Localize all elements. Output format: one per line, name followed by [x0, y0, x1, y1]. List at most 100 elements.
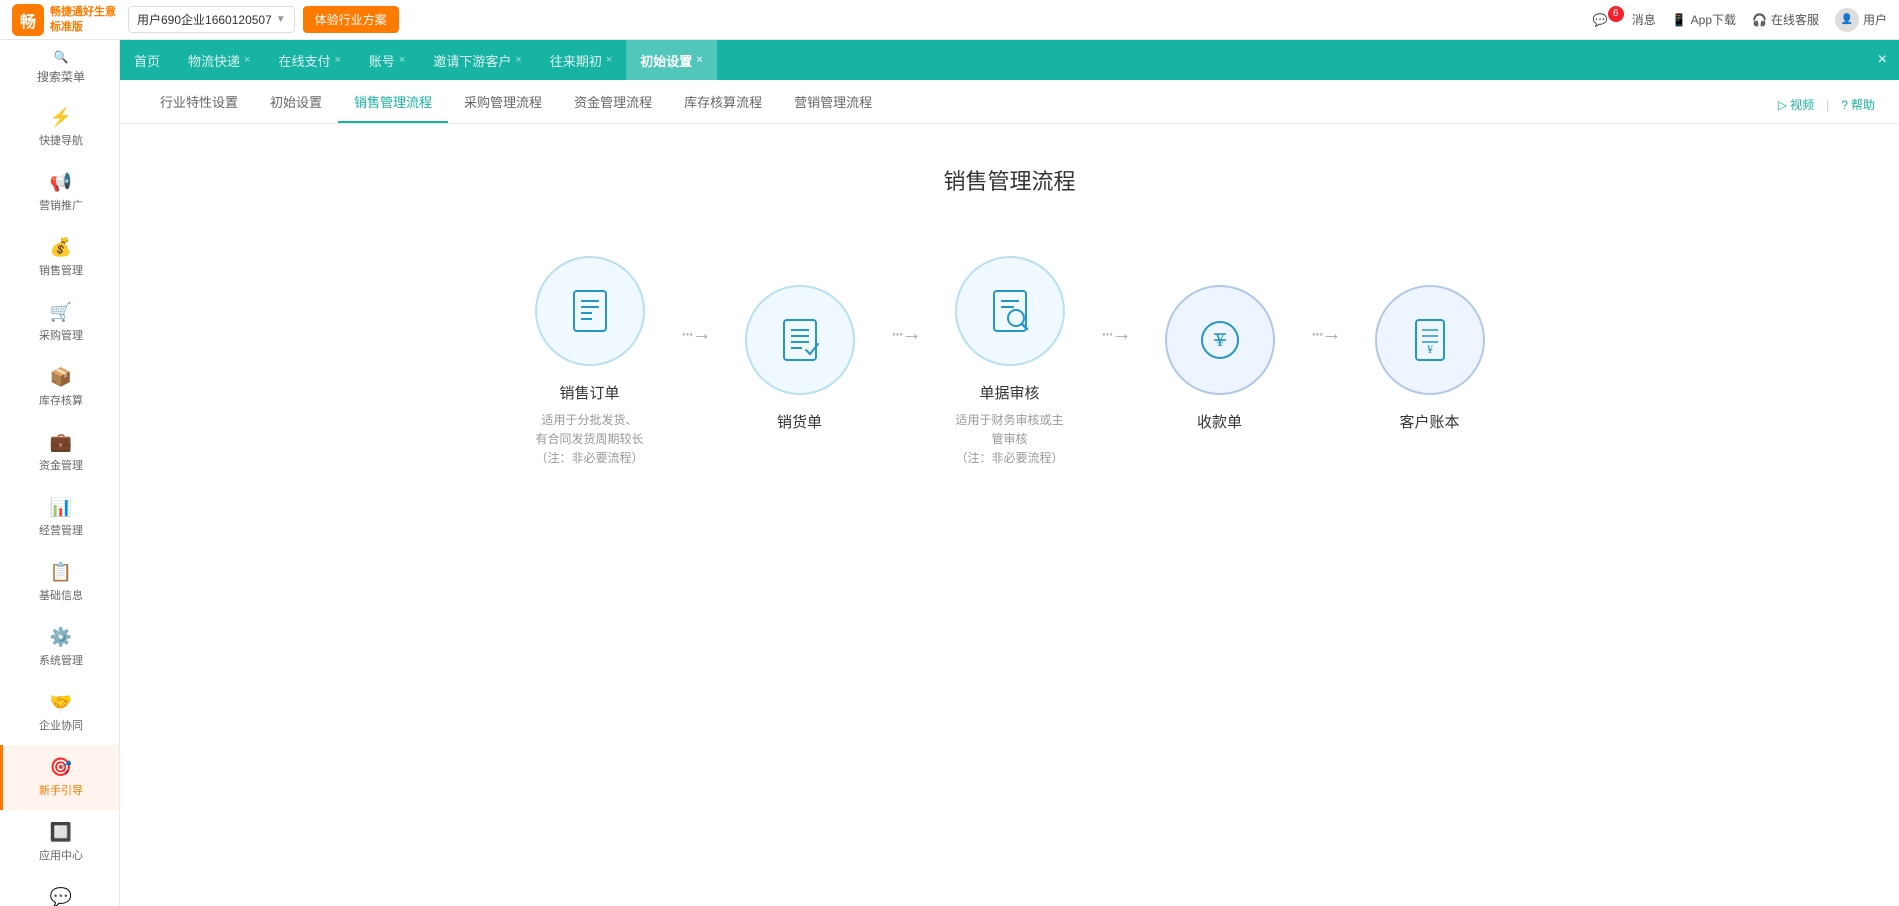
- content-area: 首页 物流快递 × 在线支付 × 账号 × 邀请下游客户 ×: [120, 40, 1899, 906]
- sidebar: 🔍 搜索菜单 ⚡ 快捷导航 📢 营销推广 💰 销售管理 🛒 采购管理 📦: [0, 40, 120, 906]
- sidebar-item-search[interactable]: 🔍 搜索菜单: [0, 40, 119, 95]
- main-area: 🔍 搜索菜单 ⚡ 快捷导航 📢 营销推广 💰 销售管理 🛒 采购管理 📦: [0, 40, 1899, 906]
- logo-text: 畅捷通好生意 标准版: [50, 5, 116, 34]
- briefcase-icon: 💼: [50, 432, 72, 453]
- sidebar-item-marketing[interactable]: 📢 营销推广: [0, 160, 119, 225]
- target-icon: 🎯: [50, 757, 72, 778]
- tab-invite[interactable]: 邀请下游客户 ×: [419, 40, 535, 80]
- subtab-industry[interactable]: 行业特性设置: [144, 80, 254, 123]
- step-circle-audit[interactable]: [955, 256, 1065, 366]
- sidebar-item-basic[interactable]: 📋 基础信息: [0, 550, 119, 615]
- phone-icon: 📱: [1672, 13, 1687, 27]
- gear-icon: ⚙️: [50, 627, 72, 648]
- svg-text:¥: ¥: [1427, 342, 1433, 356]
- close-icon[interactable]: ×: [515, 54, 521, 66]
- subtab-purchase-flow[interactable]: 采购管理流程: [448, 80, 558, 123]
- step-desc-sales-order: 适用于分批发货、有合同发货周期较长（注：非必要流程）: [535, 411, 643, 469]
- top-bar-left: 畅 畅捷通好生意 标准版 用户690企业1660120507 ▼ 体验行业方案: [12, 4, 399, 36]
- sidebar-item-wechat[interactable]: 💬 企业微信: [0, 875, 119, 906]
- tab-logistics[interactable]: 物流快递 ×: [174, 40, 264, 80]
- wechat-icon: 💬: [50, 887, 72, 906]
- step-circle-account-book[interactable]: ¥: [1375, 285, 1485, 395]
- step-name-invoice: 销货单: [777, 411, 822, 432]
- top-bar: 畅 畅捷通好生意 标准版 用户690企业1660120507 ▼ 体验行业方案 …: [0, 0, 1899, 40]
- sidebar-item-sales[interactable]: 💰 销售管理: [0, 225, 119, 290]
- flow-step-account-book: ¥ 客户账本: [1350, 285, 1510, 440]
- user-item[interactable]: 👤 用户: [1835, 8, 1887, 32]
- top-bar-right: 💬 6 消息 📱 App下载 🎧 在线客服 👤 用户: [1593, 8, 1887, 32]
- chevron-down-icon: ▼: [276, 14, 286, 25]
- tab-period[interactable]: 往来期初 ×: [536, 40, 626, 80]
- subtab-initial[interactable]: 初始设置: [254, 80, 338, 123]
- receipt-icon: ¥: [1194, 314, 1246, 366]
- step-circle-sales-order[interactable]: [535, 256, 645, 366]
- tab-initial-setup[interactable]: 初始设置 ×: [626, 40, 716, 80]
- sidebar-item-operation[interactable]: 📊 经营管理: [0, 485, 119, 550]
- logo-area: 畅 畅捷通好生意 标准版: [12, 4, 120, 36]
- subtab-sales-flow[interactable]: 销售管理流程: [338, 80, 448, 123]
- flow-step-invoice: 销货单: [720, 285, 880, 440]
- page-content: 销售管理流程: [120, 124, 1899, 906]
- money-icon: 💰: [50, 237, 72, 258]
- play-icon: ▷: [1778, 98, 1787, 112]
- megaphone-icon: 📢: [50, 172, 72, 193]
- service-item[interactable]: 🎧 在线客服: [1752, 11, 1819, 28]
- subtab-finance-flow[interactable]: 资金管理流程: [558, 80, 668, 123]
- flow-step-sales-order: 销售订单 适用于分批发货、有合同发货周期较长（注：非必要流程）: [510, 256, 670, 469]
- headset-icon: 🎧: [1752, 13, 1767, 27]
- sidebar-item-guide[interactable]: 🎯 新手引导: [0, 745, 119, 810]
- step-name-audit: 单据审核: [979, 382, 1039, 403]
- close-all-button[interactable]: ×: [1866, 51, 1899, 69]
- flow-arrow-3: ···→: [1090, 323, 1140, 346]
- avatar: 👤: [1835, 8, 1859, 32]
- close-icon[interactable]: ×: [696, 54, 702, 66]
- flow-step-receipt: ¥ 收款单: [1140, 285, 1300, 440]
- question-icon: ?: [1841, 98, 1848, 112]
- step-name-sales-order: 销售订单: [559, 382, 619, 403]
- subtab-inventory-flow[interactable]: 库存核算流程: [668, 80, 778, 123]
- subtab-marketing-flow[interactable]: 营销管理流程: [778, 80, 888, 123]
- sub-tabs-bar: 行业特性设置 初始设置 销售管理流程 采购管理流程 资金管理流程 库存核算流程: [120, 80, 1899, 124]
- logo-icon: 畅: [12, 4, 44, 36]
- step-desc-audit: 适用于财务审核或主管审核（注：非必要流程）: [955, 411, 1063, 469]
- user-selector[interactable]: 用户690企业1660120507 ▼: [128, 6, 295, 33]
- flow-container: 销售管理流程: [120, 124, 1899, 509]
- flow-step-audit: 单据审核 适用于财务审核或主管审核（注：非必要流程）: [930, 256, 1090, 469]
- flow-arrow-1: ···→: [670, 323, 720, 346]
- step-name-account-book: 客户账本: [1399, 411, 1459, 432]
- account-book-icon: ¥: [1404, 314, 1456, 366]
- message-icon: 💬: [1593, 13, 1608, 27]
- close-icon[interactable]: ×: [399, 54, 405, 66]
- list-icon: 📋: [50, 562, 72, 583]
- sidebar-item-inventory[interactable]: 📦 库存核算: [0, 355, 119, 420]
- sidebar-item-quicknav[interactable]: ⚡ 快捷导航: [0, 95, 119, 160]
- tab-account[interactable]: 账号 ×: [355, 40, 419, 80]
- video-link[interactable]: ▷ 视频: [1778, 96, 1814, 113]
- handshake-icon: 🤝: [50, 692, 72, 713]
- nav-tabs-bar: 首页 物流快递 × 在线支付 × 账号 × 邀请下游客户 ×: [120, 40, 1899, 80]
- step-circle-receipt[interactable]: ¥: [1165, 285, 1275, 395]
- help-link[interactable]: ? 帮助: [1841, 96, 1875, 113]
- message-badge: 6: [1608, 6, 1624, 22]
- close-icon[interactable]: ×: [244, 54, 250, 66]
- audit-icon: [984, 285, 1036, 337]
- sidebar-item-collab[interactable]: 🤝 企业协同: [0, 680, 119, 745]
- sidebar-item-purchase[interactable]: 🛒 采购管理: [0, 290, 119, 355]
- close-icon[interactable]: ×: [334, 54, 340, 66]
- message-item[interactable]: 💬 6 消息: [1593, 11, 1656, 28]
- box-icon: 📦: [50, 367, 72, 388]
- tab-payment[interactable]: 在线支付 ×: [264, 40, 354, 80]
- tab-home[interactable]: 首页: [120, 40, 174, 80]
- trial-button[interactable]: 体验行业方案: [303, 6, 399, 33]
- flow-title: 销售管理流程: [943, 164, 1075, 196]
- cart-icon: 🛒: [50, 302, 72, 323]
- step-circle-invoice[interactable]: [745, 285, 855, 395]
- close-icon[interactable]: ×: [606, 54, 612, 66]
- app-container: 畅 畅捷通好生意 标准版 用户690企业1660120507 ▼ 体验行业方案 …: [0, 0, 1899, 906]
- sidebar-item-system[interactable]: ⚙️ 系统管理: [0, 615, 119, 680]
- flow-arrow-4: ···→: [1300, 323, 1350, 346]
- sidebar-item-finance[interactable]: 💼 资金管理: [0, 420, 119, 485]
- search-icon: 🔍: [54, 50, 69, 64]
- app-download-item[interactable]: 📱 App下载: [1672, 11, 1736, 28]
- sidebar-item-appcenter[interactable]: 🔲 应用中心: [0, 810, 119, 875]
